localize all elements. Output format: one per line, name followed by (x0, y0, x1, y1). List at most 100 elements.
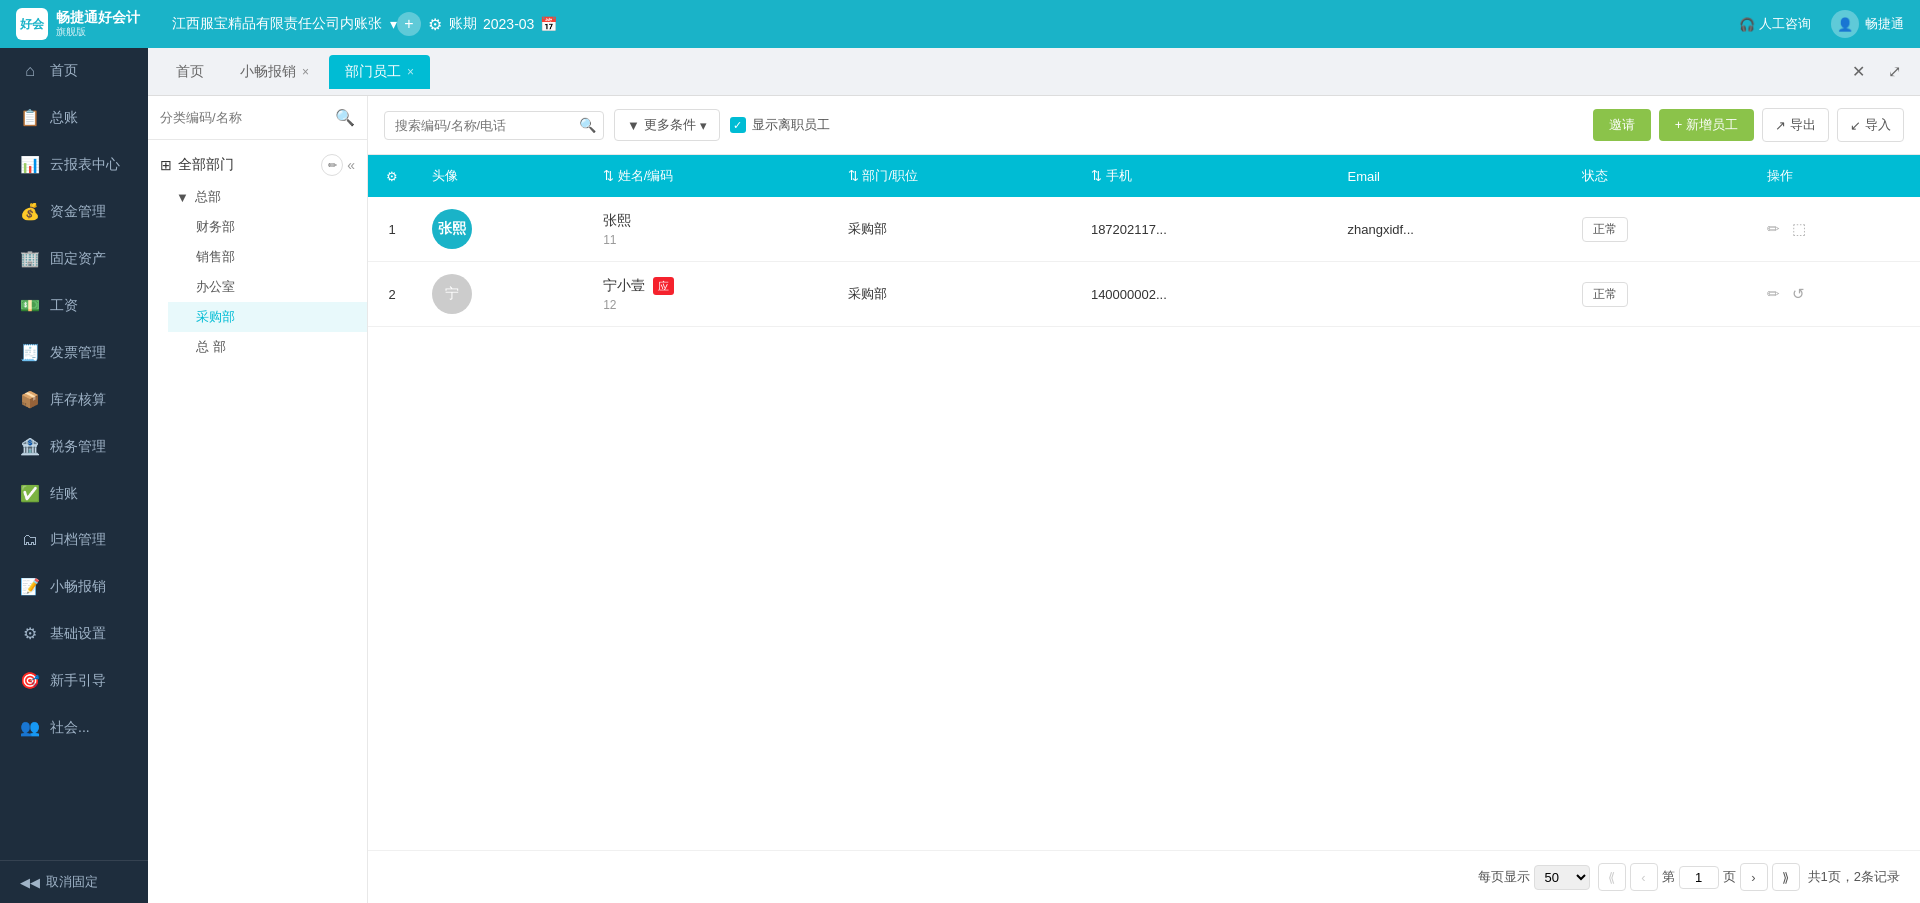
toolbar-right: 邀请 + 新增员工 ↗ 导出 ↙ 导入 (1593, 108, 1904, 142)
dept-node-sales[interactable]: 销售部 (168, 242, 367, 272)
show-resigned-toggle[interactable]: ✓ 显示离职员工 (730, 116, 830, 134)
dept-node-zongbu[interactable]: ▼总部 (148, 182, 367, 212)
filter-button[interactable]: ▼ 更多条件 ▾ (614, 109, 720, 141)
page-input[interactable] (1679, 866, 1719, 889)
search-wrap: 🔍 (384, 111, 604, 140)
row-index-2: 2 (368, 262, 416, 327)
prev-page-button[interactable]: ‹ (1630, 863, 1658, 891)
resigned-checkbox[interactable]: ✓ (730, 117, 746, 133)
logout-button-1[interactable]: ⬚ (1792, 220, 1806, 238)
export-icon: ↗ (1775, 118, 1786, 133)
support-button[interactable]: 🎧 人工咨询 (1739, 15, 1811, 33)
pin-icon: ◀◀ (20, 875, 40, 890)
page-navigation: ⟪ ‹ 第 页 › ⟫ (1598, 863, 1800, 891)
status-badge-2: 正常 (1582, 282, 1628, 307)
filter-dropdown-icon: ▾ (700, 118, 707, 133)
headset-icon: 🎧 (1739, 17, 1755, 32)
import-icon: ↙ (1850, 118, 1861, 133)
sidebar-item-inventory[interactable]: 📦 库存核算 (0, 376, 148, 423)
tab-department-close[interactable]: × (407, 65, 414, 79)
reset-button-2[interactable]: ↺ (1792, 285, 1805, 303)
add-employee-button[interactable]: + 新增员工 (1659, 109, 1754, 141)
company-selector[interactable]: 江西服宝精品有限责任公司内账张 ▾ (172, 15, 397, 33)
employee-search-input[interactable] (384, 111, 604, 140)
data-table: ⚙ 头像 ⇅ 姓名/编码 ⇅ 部门/职位 ⇅ 手机 (368, 155, 1920, 850)
add-dept-button[interactable]: ✏ (321, 154, 343, 176)
import-label: 导入 (1865, 116, 1891, 134)
row-name-2: 宁小壹 应 12 (587, 262, 832, 327)
sidebar-item-capital[interactable]: 💰 资金管理 (0, 188, 148, 235)
cancel-fixed-button[interactable]: ◀◀ 取消固定 (0, 860, 148, 903)
tab-expense-close[interactable]: × (302, 65, 309, 79)
col-phone[interactable]: ⇅ 手机 (1075, 155, 1332, 197)
dept-search-icon[interactable]: 🔍 (335, 108, 355, 127)
sidebar-item-assets[interactable]: 🏢 固定资产 (0, 235, 148, 282)
total-records: 共1页，2条记录 (1808, 868, 1900, 886)
sidebar-item-expense[interactable]: 📝 小畅报销 (0, 563, 148, 610)
close-tab-button[interactable]: ✕ (1844, 58, 1872, 86)
col-settings[interactable]: ⚙ (368, 155, 416, 197)
dept-node-general[interactable]: 总 部 (168, 332, 367, 362)
col-dept-position[interactable]: ⇅ 部门/职位 (832, 155, 1075, 197)
dept-node-finance[interactable]: 财务部 (168, 212, 367, 242)
row-email-1: zhangxidf... (1331, 197, 1565, 262)
close-period-icon: ✅ (20, 484, 40, 503)
user-area[interactable]: 👤 畅捷通 (1831, 10, 1904, 38)
sidebar-item-tax[interactable]: 🏦 税务管理 (0, 423, 148, 470)
last-page-button[interactable]: ⟫ (1772, 863, 1800, 891)
period-selector[interactable]: 账期 2023-03 📅 (449, 15, 557, 33)
next-page-button[interactable]: › (1740, 863, 1768, 891)
company-dropdown-icon: ▾ (390, 16, 397, 32)
sidebar-item-social[interactable]: 👥 社会... (0, 704, 148, 751)
sidebar-item-guide[interactable]: 🎯 新手引导 (0, 657, 148, 704)
col-actions: 操作 (1751, 155, 1920, 197)
sidebar-label-social: 社会... (50, 719, 90, 737)
export-button[interactable]: ↗ 导出 (1762, 108, 1829, 142)
import-button[interactable]: ↙ 导入 (1837, 108, 1904, 142)
table-row: 1 张熙 张熙 11 采购部 (368, 197, 1920, 262)
dept-search-input[interactable] (160, 110, 335, 125)
tab-expense[interactable]: 小畅报销 × (224, 55, 325, 89)
row-actions-1: ✏ ⬚ (1751, 197, 1920, 262)
sidebar-item-salary[interactable]: 💵 工资 (0, 282, 148, 329)
dept-node-office[interactable]: 办公室 (168, 272, 367, 302)
first-page-button[interactable]: ⟪ (1598, 863, 1626, 891)
sidebar-item-settings[interactable]: ⚙ 基础设置 (0, 610, 148, 657)
sidebar-item-ledger[interactable]: 📋 总账 (0, 94, 148, 141)
expand-tab-button[interactable]: ⤢ (1880, 58, 1908, 86)
sidebar-item-reports[interactable]: 📊 云报表中心 (0, 141, 148, 188)
sidebar-item-home[interactable]: ⌂ 首页 (0, 48, 148, 94)
edit-button-2[interactable]: ✏ (1767, 285, 1780, 303)
add-tab-button[interactable]: + (397, 12, 421, 36)
tab-department[interactable]: 部门员工 × (329, 55, 430, 89)
all-depts-button[interactable]: ⊞ 全部部门 (160, 156, 234, 174)
col-status: 状态 (1566, 155, 1751, 197)
tab-home-label: 首页 (176, 63, 204, 81)
filter-label: 更多条件 (644, 116, 696, 134)
main-layout: ⌂ 首页 📋 总账 📊 云报表中心 💰 资金管理 🏢 固定资产 💵 工资 🧾 发… (0, 48, 1920, 903)
edit-button-1[interactable]: ✏ (1767, 220, 1780, 238)
per-page-select[interactable]: 50 10 20 100 (1534, 865, 1590, 890)
employee-search-icon[interactable]: 🔍 (579, 117, 596, 133)
sidebar-item-close[interactable]: ✅ 结账 (0, 470, 148, 517)
sidebar-item-archive[interactable]: 🗂 归档管理 (0, 517, 148, 563)
table-header-row: ⚙ 头像 ⇅ 姓名/编码 ⇅ 部门/职位 ⇅ 手机 (368, 155, 1920, 197)
per-page-label: 每页显示 (1478, 868, 1530, 886)
collapse-dept-button[interactable]: « (347, 157, 355, 173)
sidebar-item-invoice[interactable]: 🧾 发票管理 (0, 329, 148, 376)
show-resigned-label: 显示离职员工 (752, 116, 830, 134)
ledger-icon: 📋 (20, 108, 40, 127)
toolbar: 🔍 ▼ 更多条件 ▾ ✓ 显示离职员工 邀请 + 新增员工 (368, 96, 1920, 155)
header-actions: 🎧 人工咨询 👤 畅捷通 (1739, 10, 1904, 38)
col-name-code[interactable]: ⇅ 姓名/编码 (587, 155, 832, 197)
all-depts-label: 全部部门 (178, 156, 234, 174)
name-code-1: 张熙 11 (603, 210, 816, 249)
top-header: 好会 畅捷通好会计 旗舰版 江西服宝精品有限责任公司内账张 ▾ + ⚙ 账期 2… (0, 0, 1920, 48)
dept-node-purchase[interactable]: 采购部 (168, 302, 367, 332)
dept-header-icons: ✏ « (321, 154, 355, 176)
settings-button[interactable]: ⚙ (421, 10, 449, 38)
filter-icon: ▼ (627, 118, 640, 133)
invite-button[interactable]: 邀请 (1593, 109, 1651, 141)
sidebar-label-close: 结账 (50, 485, 78, 503)
tab-home[interactable]: 首页 (160, 55, 220, 89)
